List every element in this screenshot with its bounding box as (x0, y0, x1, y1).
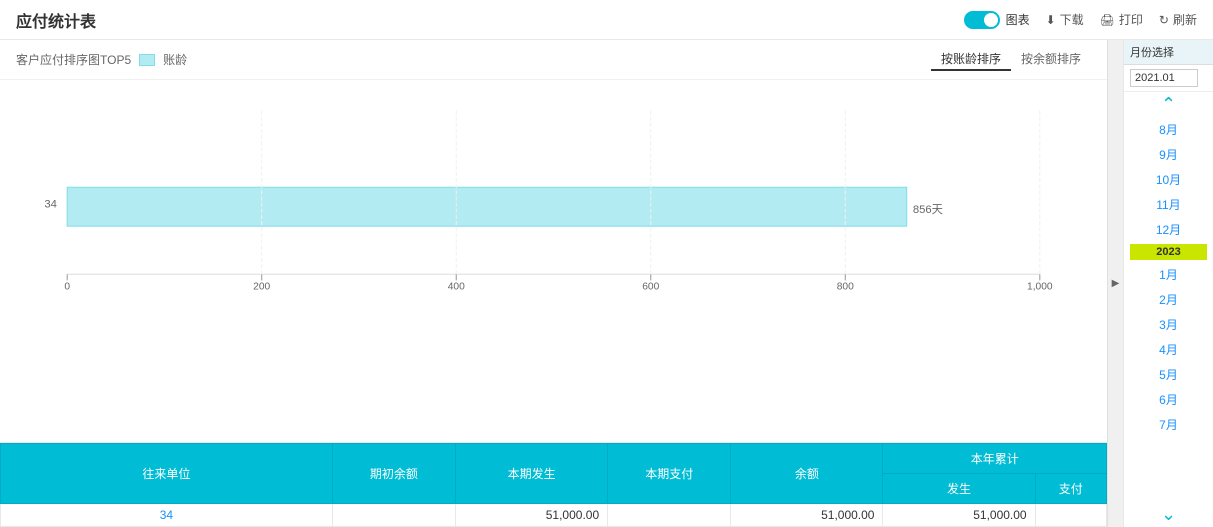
legend-label: 客户应付排序图TOP5 (16, 51, 131, 68)
month-item-7[interactable]: 7月 (1124, 412, 1213, 437)
print-button[interactable]: 🖨 打印 (1100, 11, 1143, 28)
th-opening-balance: 期初余额 (332, 444, 455, 504)
y-axis-label: 34 (44, 199, 57, 211)
download-icon: ⬇ (1046, 13, 1056, 27)
th-ytd-payment: 支付 (1035, 474, 1106, 504)
cell-current-occurrence: 51,000.00 (456, 504, 608, 527)
header: 应付统计表 图表 ⬇ 下载 🖨 打印 ↻ 刷新 (0, 0, 1213, 40)
print-label: 打印 (1119, 11, 1143, 28)
month-selector-sidebar: 月份选择 ⌃ 8月 9月 10月 11月 12月 2023 1月 2月 3月 4… (1123, 40, 1213, 527)
sidebar-header-label: 月份选择 (1130, 44, 1174, 60)
scroll-down-button[interactable]: ⌄ (1124, 502, 1213, 527)
th-ytd-occurrence: 发生 (883, 474, 1035, 504)
chart-toggle-group[interactable]: 图表 (964, 11, 1030, 29)
scroll-up-button[interactable]: ⌃ (1124, 92, 1213, 117)
header-actions: 图表 ⬇ 下载 🖨 打印 ↻ 刷新 (964, 11, 1197, 29)
table-area: 往来单位 期初余额 本期发生 本期支付 余额 本年累计 发生 支付 (0, 442, 1107, 527)
bar-rect (67, 187, 907, 226)
year-badge-2023[interactable]: 2023 (1130, 244, 1207, 260)
data-table: 往来单位 期初余额 本期发生 本期支付 余额 本年累计 发生 支付 (0, 443, 1107, 527)
svg-text:1,000: 1,000 (1027, 282, 1053, 293)
sidebar-wrapper: ▶ 月份选择 ⌃ 8月 9月 10月 11月 12月 2023 1月 (1107, 40, 1213, 527)
th-current-payment: 本期支付 (608, 444, 731, 504)
bar-end-label: 856天 (913, 204, 943, 216)
cell-balance: 51,000.00 (731, 504, 883, 527)
unit-link[interactable]: 34 (160, 508, 173, 522)
sidebar-header: 月份选择 (1124, 40, 1213, 65)
chart-toggle-label: 图表 (1006, 11, 1030, 28)
chart-container: 34 856天 0 200 400 600 (0, 80, 1107, 442)
month-item-6[interactable]: 6月 (1124, 387, 1213, 412)
page-title: 应付统计表 (16, 8, 96, 32)
sort-tabs: 按账龄排序 按余额排序 (931, 48, 1091, 71)
bar-chart: 34 856天 0 200 400 600 (16, 90, 1091, 442)
svg-text:400: 400 (448, 282, 465, 293)
chevron-right-icon: ▶ (1112, 278, 1120, 289)
print-icon: 🖨 (1100, 13, 1115, 27)
sidebar-collapse-button[interactable]: ▶ (1107, 40, 1123, 527)
month-item-12[interactable]: 12月 (1124, 217, 1213, 242)
month-item-5[interactable]: 5月 (1124, 362, 1213, 387)
svg-text:200: 200 (253, 282, 270, 293)
th-unit: 往来单位 (1, 444, 333, 504)
cell-unit: 34 (1, 504, 333, 527)
month-item-9[interactable]: 9月 (1124, 142, 1213, 167)
sidebar-date-wrapper (1124, 65, 1213, 92)
sidebar-date-input[interactable] (1130, 69, 1198, 87)
main-content: 客户应付排序图TOP5 账龄 按账龄排序 按余额排序 34 856天 (0, 40, 1213, 527)
svg-text:800: 800 (837, 282, 854, 293)
chart-header: 客户应付排序图TOP5 账龄 按账龄排序 按余额排序 (0, 40, 1107, 80)
svg-text:600: 600 (642, 282, 659, 293)
month-item-8[interactable]: 8月 (1124, 117, 1213, 142)
month-list: 8月 9月 10月 11月 12月 2023 1月 2月 3月 4月 5月 6月… (1124, 117, 1213, 502)
app-container: 应付统计表 图表 ⬇ 下载 🖨 打印 ↻ 刷新 (0, 0, 1213, 527)
month-item-1[interactable]: 1月 (1124, 262, 1213, 287)
refresh-label: 刷新 (1173, 11, 1197, 28)
th-current-occurrence: 本期发生 (456, 444, 608, 504)
cell-ytd-payment (1035, 504, 1106, 527)
th-balance: 余额 (731, 444, 883, 504)
legend-box (139, 54, 155, 66)
cell-current-payment (608, 504, 731, 527)
table-row: 34 51,000.00 51,000.00 51,000.00 (1, 504, 1107, 527)
cell-ytd-occurrence: 51,000.00 (883, 504, 1035, 527)
th-ytd-label: 本年累计 (883, 444, 1107, 474)
month-item-2[interactable]: 2月 (1124, 287, 1213, 312)
legend-item-label: 账龄 (163, 51, 187, 68)
download-button[interactable]: ⬇ 下载 (1046, 11, 1084, 28)
chart-area: 客户应付排序图TOP5 账龄 按账龄排序 按余额排序 34 856天 (0, 40, 1107, 527)
month-item-4[interactable]: 4月 (1124, 337, 1213, 362)
month-item-3[interactable]: 3月 (1124, 312, 1213, 337)
sort-by-account-tab[interactable]: 按账龄排序 (931, 48, 1011, 71)
chart-toggle-switch[interactable] (964, 11, 1000, 29)
refresh-icon: ↻ (1159, 13, 1169, 27)
month-item-10[interactable]: 10月 (1124, 167, 1213, 192)
chart-legend: 客户应付排序图TOP5 账龄 (16, 51, 187, 68)
month-item-11[interactable]: 11月 (1124, 192, 1213, 217)
cell-opening-balance (332, 504, 455, 527)
svg-text:0: 0 (64, 282, 70, 293)
refresh-button[interactable]: ↻ 刷新 (1159, 11, 1197, 28)
download-label: 下载 (1060, 11, 1084, 28)
sort-by-amount-tab[interactable]: 按余额排序 (1011, 48, 1091, 71)
